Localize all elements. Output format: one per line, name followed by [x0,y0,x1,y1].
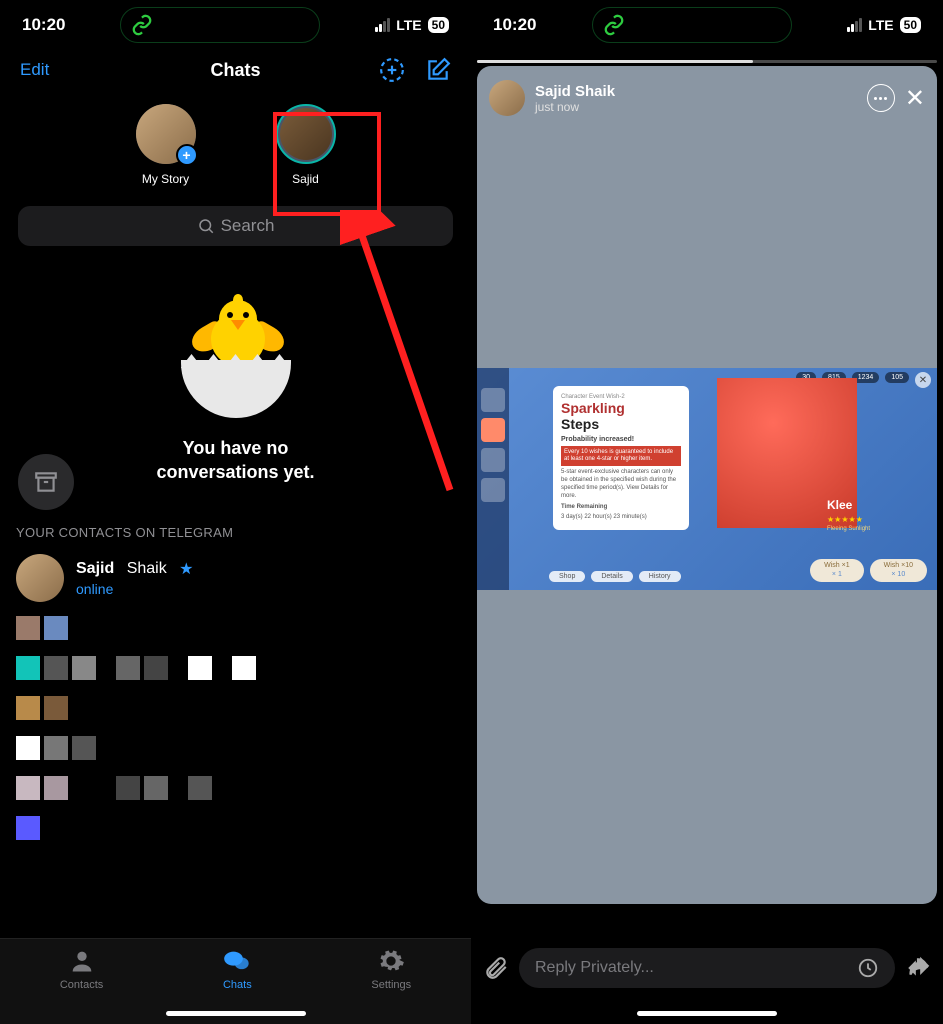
dynamic-island [120,7,320,43]
reply-bar: Reply Privately... [471,940,943,996]
dynamic-island [592,7,792,43]
close-icon[interactable]: ✕ [905,84,925,113]
banner-characters: Klee ★★★★★ Fleeing Sunlight [697,378,937,560]
avatar[interactable] [489,80,525,116]
story-content[interactable]: Sajid Shaik just now ✕ 30 815 1234 105 ✕… [477,66,937,904]
home-indicator[interactable] [166,1011,306,1016]
status-bar: 10:20 LTE 50 [471,0,943,50]
timer-icon[interactable] [857,957,879,979]
chick-illustration [171,298,301,418]
story-progress [477,60,937,63]
avatar [16,554,64,602]
story-label: My Story [142,172,189,186]
link-icon [603,14,625,36]
chats-screen: 10:20 LTE 50 Edit Chats + My Story S [0,0,471,1024]
compose-icon[interactable] [425,57,451,83]
battery-icon: 50 [428,17,449,33]
more-button[interactable] [867,84,895,112]
signal-icon [847,18,862,32]
status-time: 10:20 [493,15,536,35]
story-time: just now [535,100,857,114]
plus-icon: + [176,144,198,166]
contact-status: online [76,581,194,597]
add-story-icon[interactable] [379,57,405,83]
story-image: 30 815 1234 105 ✕ Character Event Wish-2… [477,368,937,590]
banner-info-card: Character Event Wish-2 SparklingSteps Pr… [553,386,689,530]
chats-header: Edit Chats [0,50,471,94]
empty-text: You have noconversations yet. [156,436,314,485]
my-story[interactable]: + My Story [136,104,196,186]
attachment-icon[interactable] [483,955,509,981]
annotation-highlight [273,112,381,216]
page-title: Chats [210,60,260,81]
reply-placeholder: Reply Privately... [535,959,654,977]
redacted-contacts [0,728,471,768]
status-right: LTE 50 [375,17,449,33]
contact-row[interactable]: Sajid Shaik ★ online [0,548,471,608]
tab-contacts[interactable]: Contacts [60,947,103,991]
home-indicator[interactable] [637,1011,777,1016]
edit-button[interactable]: Edit [20,60,49,80]
person-icon [68,947,96,975]
contacts-section-header: YOUR CONTACTS ON TELEGRAM [0,515,471,548]
contact-name: Sajid Shaik ★ [76,559,194,579]
archive-button[interactable] [18,454,74,510]
star-icon: ★ [179,559,193,579]
search-icon [197,217,215,235]
banner-pills: Shop Details History [549,571,681,582]
story-viewer-screen: 10:20 LTE 50 Sajid Shaik just now ✕ [471,0,943,1024]
status-bar: 10:20 LTE 50 [0,0,471,50]
reply-input[interactable]: Reply Privately... [519,948,895,988]
tab-chats[interactable]: Chats [223,947,252,991]
network-label: LTE [868,17,893,33]
share-icon[interactable] [905,955,931,981]
search-placeholder: Search [221,216,275,236]
redacted-contacts [0,688,471,728]
link-icon [131,14,153,36]
gear-icon [377,947,405,975]
annotation-arrow [340,210,471,510]
redacted-contacts [0,608,471,648]
stories-row: + My Story Sajid [0,94,471,200]
tab-settings[interactable]: Settings [371,947,411,991]
story-author-name: Sajid Shaik [535,83,857,100]
redacted-contacts [0,808,471,848]
redacted-contacts [0,648,471,688]
story-header: Sajid Shaik just now ✕ [489,80,925,116]
network-label: LTE [396,17,421,33]
wish-buttons: Wish ×1× 1 Wish ×10× 10 [810,559,927,582]
chat-icon [223,947,251,975]
status-right: LTE 50 [847,17,921,33]
battery-icon: 50 [900,17,921,33]
redacted-contacts [0,768,471,808]
status-time: 10:20 [22,15,65,35]
signal-icon [375,18,390,32]
banner-nav [477,368,509,590]
